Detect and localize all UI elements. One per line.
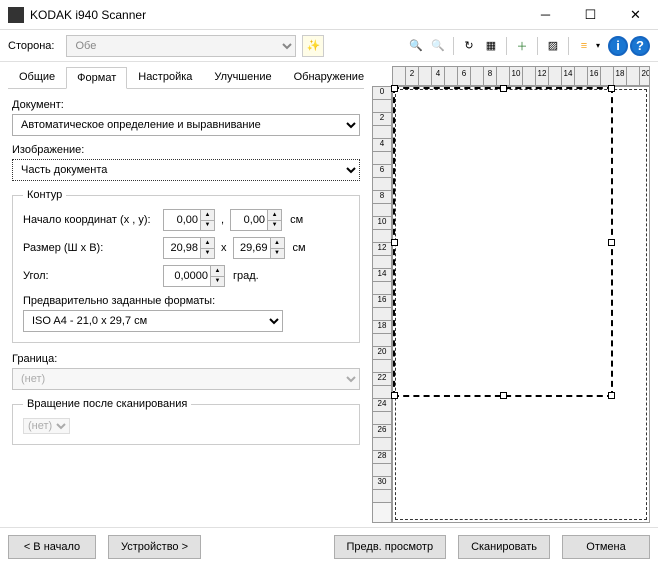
select-icon[interactable]: ▨ (543, 36, 563, 56)
angle-label: Угол: (23, 270, 163, 282)
list-icon[interactable]: ≡ (574, 36, 594, 56)
size-label: Размер (Ш x В): (23, 242, 163, 254)
origin-label: Начало координат (x , y): (23, 214, 163, 226)
crop-icon[interactable]: ▦ (481, 36, 501, 56)
close-button[interactable]: ✕ (613, 0, 658, 30)
minimize-button[interactable]: ─ (523, 0, 568, 30)
ruler-horizontal: 2468101214161820 (392, 66, 650, 86)
size-w-spinner[interactable]: ▲▼ (163, 237, 215, 259)
preview-canvas[interactable] (392, 86, 650, 523)
preset-select[interactable]: ISO A4 - 21,0 x 29,7 см (23, 310, 283, 332)
wand-icon: ✨ (307, 39, 321, 52)
scan-button[interactable]: Сканировать (458, 535, 550, 559)
border-select[interactable]: (нет) (12, 368, 360, 390)
ruler-vertical: 024681012141618202224262830 (372, 86, 392, 523)
cancel-button[interactable]: Отмена (562, 535, 650, 559)
origin-unit: см (290, 214, 303, 226)
zoom-out-icon[interactable]: 🔍 (428, 36, 448, 56)
angle-spinner[interactable]: ▲▼ (163, 265, 225, 287)
wand-button[interactable]: ✨ (302, 35, 324, 57)
side-select[interactable]: Обе (66, 35, 296, 57)
handle-nw[interactable] (391, 85, 398, 92)
handle-ne[interactable] (608, 85, 615, 92)
add-icon[interactable]: ＋ (512, 36, 532, 56)
top-toolbar: Сторона: Обе ✨ 🔍 🔍 ↻ ▦ ＋ ▨ ≡ ▾ i ? (0, 30, 658, 62)
preset-label: Предварительно заданные форматы: (23, 295, 349, 307)
tab-формат[interactable]: Формат (66, 67, 127, 89)
help-icon[interactable]: ? (630, 36, 650, 56)
handle-s[interactable] (500, 392, 507, 399)
size-h-spinner[interactable]: ▲▼ (233, 237, 285, 259)
bottom-bar: < В начало Устройство > Предв. просмотр … (0, 527, 658, 565)
document-select[interactable]: Автоматическое определение и выравнивани… (12, 114, 360, 136)
tab-общие[interactable]: Общие (8, 66, 66, 88)
maximize-button[interactable]: ☐ (568, 0, 613, 30)
contour-group: Контур Начало координат (x , y): ▲▼ , ▲▼… (12, 189, 360, 343)
rotation-select[interactable]: (нет) (23, 418, 70, 434)
begin-button[interactable]: < В начало (8, 535, 96, 559)
app-icon (8, 7, 24, 23)
tab-улучшение[interactable]: Улучшение (203, 66, 282, 88)
device-button[interactable]: Устройство > (108, 535, 201, 559)
image-label: Изображение: (12, 144, 360, 156)
angle-unit: град. (233, 270, 259, 282)
handle-n[interactable] (500, 85, 507, 92)
border-label: Граница: (12, 353, 360, 365)
tab-настройка[interactable]: Настройка (127, 66, 203, 88)
preview-button[interactable]: Предв. просмотр (334, 535, 447, 559)
tab-strip: ОбщиеФорматНастройкаУлучшениеОбнаружение (8, 66, 364, 89)
titlebar: KODAK i940 Scanner ─ ☐ ✕ (0, 0, 658, 30)
window-title: KODAK i940 Scanner (30, 8, 523, 22)
size-unit: см (293, 242, 306, 254)
handle-se[interactable] (608, 392, 615, 399)
info-icon[interactable]: i (608, 36, 628, 56)
side-label: Сторона: (8, 40, 54, 52)
preview-area: 2468101214161820 02468101214161820222426… (372, 66, 650, 523)
handle-e[interactable] (608, 239, 615, 246)
contour-legend: Контур (23, 189, 66, 201)
image-select[interactable]: Часть документа (12, 159, 360, 181)
zoom-in-icon[interactable]: 🔍 (406, 36, 426, 56)
rotation-legend: Вращение после сканирования (23, 398, 191, 410)
handle-w[interactable] (391, 239, 398, 246)
rotate-icon[interactable]: ↻ (459, 36, 479, 56)
document-label: Документ: (12, 99, 360, 111)
origin-y-spinner[interactable]: ▲▼ (230, 209, 282, 231)
selection-box[interactable] (393, 87, 613, 397)
handle-sw[interactable] (391, 392, 398, 399)
tab-обнаружение[interactable]: Обнаружение (283, 66, 375, 88)
rotation-group: Вращение после сканирования (нет) (12, 398, 360, 445)
origin-x-spinner[interactable]: ▲▼ (163, 209, 215, 231)
